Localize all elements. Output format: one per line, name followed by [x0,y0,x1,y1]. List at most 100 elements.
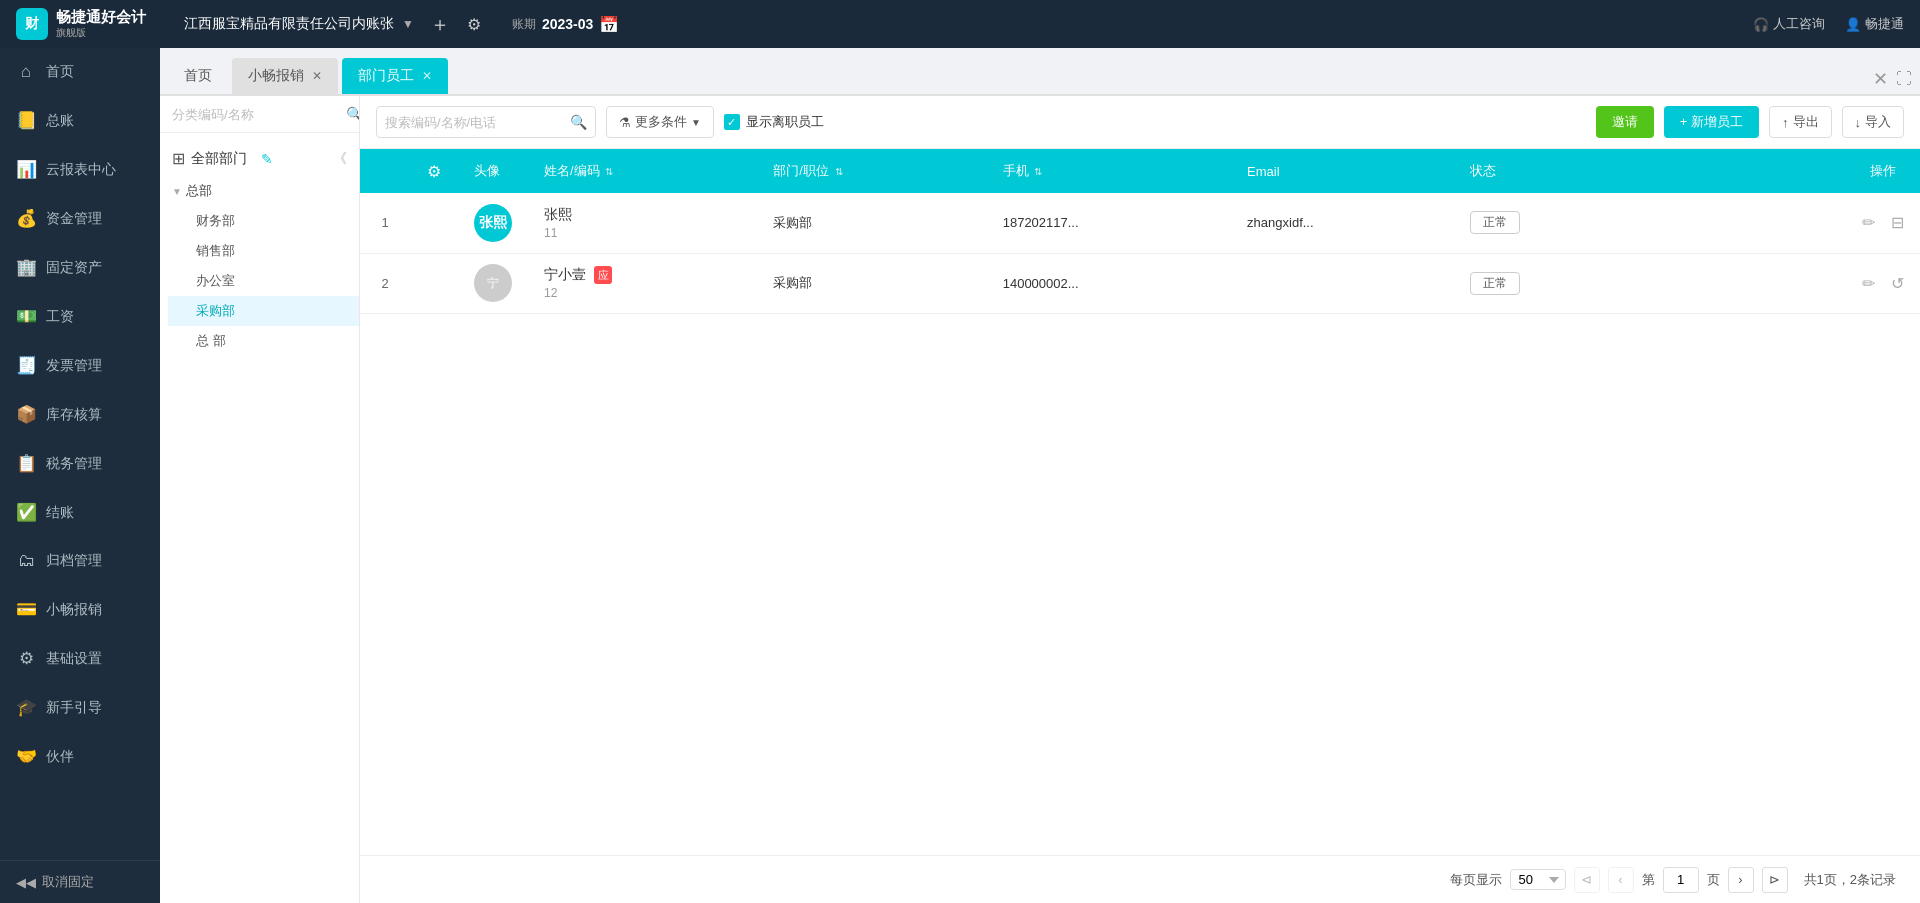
filter-button[interactable]: ⚗ 更多条件 ▼ [606,106,714,138]
tab-employee[interactable]: 部门员工 ✕ [342,58,448,94]
import-button[interactable]: ↓ 导入 [1842,106,1905,138]
prev-page-button[interactable]: ‹ [1608,867,1634,893]
user-profile[interactable]: 👤 畅捷通 [1845,15,1904,33]
emp-search-icon[interactable]: 🔍 [570,114,587,130]
sidebar-item-payroll[interactable]: 💵 工资 [0,292,160,341]
row-email-2 [1231,253,1454,313]
all-dept-item[interactable]: ⊞ 全部部门 ✎ 《 [160,141,359,176]
dept-tree: ⊞ 全部部门 ✎ 《 ▼ 总部 财务部 销 [160,133,359,903]
sidebar-item-settings[interactable]: ⚙ 基础设置 [0,634,160,683]
sidebar-item-tax[interactable]: 📋 税务管理 [0,439,160,488]
col-name-label: 姓名/编码 [544,163,600,178]
col-phone-label: 手机 [1003,163,1029,178]
add-employee-button[interactable]: + 新增员工 [1664,106,1759,138]
dept-sales-label: 销售部 [196,243,235,258]
sidebar-item-inventory[interactable]: 📦 库存核算 [0,390,160,439]
page-label: 页 [1707,871,1720,889]
next-page-button[interactable]: › [1728,867,1754,893]
grid-icon: ⊞ [172,149,185,168]
consult-button[interactable]: 🎧 人工咨询 [1753,15,1825,33]
dept-group-header[interactable]: ▼ 总部 [168,176,359,206]
logo-text-group: 畅捷通好会计 旗舰版 [56,8,146,40]
emp-badge-2: 应 [594,266,612,284]
avatar-green-1: 张熙 [474,204,512,242]
page-number-input[interactable] [1663,867,1699,893]
export-button[interactable]: ↑ 导出 [1769,106,1832,138]
page-di-label: 第 [1642,871,1655,889]
dept-edit-icon[interactable]: ✎ [261,151,273,167]
sidebar-item-reports[interactable]: 📊 云报表中心 [0,145,160,194]
company-name: 江西服宝精品有限责任公司内账张 [184,15,394,33]
sidebar-label-tax: 税务管理 [46,455,102,473]
sidebar-label-partner: 伙伴 [46,748,74,766]
emp-search-input[interactable] [385,115,570,130]
show-resigned-toggle[interactable]: ✓ 显示离职员工 [724,113,824,131]
per-page-select[interactable]: 50 10 20 100 [1510,869,1566,890]
sidebar-label-funds: 资金管理 [46,210,102,228]
col-dept-label: 部门/职位 [773,163,829,178]
col-settings-icon[interactable]: ⚙ [427,163,441,180]
col-name[interactable]: 姓名/编码 ⇅ [528,149,757,193]
logout-icon-1[interactable]: ⊟ [1891,214,1904,231]
tab-employee-close-icon[interactable]: ✕ [422,69,432,83]
sidebar-item-closing[interactable]: ✅ 结账 [0,488,160,537]
sidebar-label-assets: 固定资产 [46,259,102,277]
sidebar-label-reports: 云报表中心 [46,161,116,179]
col-phone[interactable]: 手机 ⇅ [987,149,1231,193]
sidebar-item-archive[interactable]: 🗂 归档管理 [0,537,160,585]
tab-employee-label: 部门员工 [358,67,414,85]
row-ops-2: ✏ ↺ [1726,253,1920,313]
new-tab-button[interactable]: ＋ [426,10,454,38]
unpin-button[interactable]: ◀◀ 取消固定 [0,860,160,903]
row-email-1: zhangxidf... [1231,193,1454,253]
company-selector[interactable]: 江西服宝精品有限责任公司内账张 ▼ [184,15,414,33]
calendar-icon[interactable]: 📅 [599,15,619,34]
headset-icon: 🎧 [1753,17,1769,32]
app-name: 畅捷通好会计 [56,8,146,26]
tab-close-all-icon[interactable]: ✕ [1873,68,1888,90]
dept-child-hq[interactable]: 总 部 [168,326,359,356]
sidebar-item-guide[interactable]: 🎓 新手引导 [0,683,160,732]
sidebar-label-closing: 结账 [46,504,74,522]
col-settings[interactable]: ⚙ [410,149,458,193]
edit-icon-1[interactable]: ✏ [1862,214,1875,231]
reports-icon: 📊 [16,159,36,180]
dept-search-input[interactable] [172,107,340,122]
col-status: 状态 [1454,149,1726,193]
tab-expand-icon[interactable]: ⛶ [1896,70,1912,88]
sidebar-item-partner[interactable]: 🤝 伙伴 [0,732,160,781]
dept-child-office[interactable]: 办公室 [168,266,359,296]
tab-expense-close-icon[interactable]: ✕ [312,69,322,83]
dept-collapse-icon[interactable]: 《 [333,150,347,168]
sidebar-item-ledger[interactable]: 📒 总账 [0,96,160,145]
dept-child-purchase[interactable]: 采购部 [168,296,359,326]
sidebar-item-invoice[interactable]: 🧾 发票管理 [0,341,160,390]
dept-group-label: 总部 [186,182,212,200]
refresh-icon-2[interactable]: ↺ [1891,275,1904,292]
edit-icon-2[interactable]: ✏ [1862,275,1875,292]
row-phone-1: 187202117... [987,193,1231,253]
invite-button[interactable]: 邀请 [1596,106,1654,138]
archive-icon: 🗂 [16,551,36,571]
user-name: 畅捷通 [1865,15,1904,33]
avatar-gray-2: 宁 [474,264,512,302]
filter-dropdown-icon: ▼ [691,117,701,128]
sidebar-item-expense[interactable]: 💳 小畅报销 [0,585,160,634]
invoice-icon: 🧾 [16,355,36,376]
dept-search-icon[interactable]: 🔍 [346,106,360,122]
first-page-button[interactable]: ⊲ [1574,867,1600,893]
tab-expense[interactable]: 小畅报销 ✕ [232,58,338,94]
dept-child-finance[interactable]: 财务部 [168,206,359,236]
sidebar-label-ledger: 总账 [46,112,74,130]
col-ops: 操作 [1726,149,1920,193]
tab-home[interactable]: 首页 [168,58,228,94]
expense-icon: 💳 [16,599,36,620]
dept-child-sales[interactable]: 销售部 [168,236,359,266]
settings-gear-icon[interactable]: ⚙ [460,10,488,38]
sidebar-item-home[interactable]: ⌂ 首页 [0,48,160,96]
sidebar-item-funds[interactable]: 💰 资金管理 [0,194,160,243]
sidebar-item-assets[interactable]: 🏢 固定资产 [0,243,160,292]
last-page-button[interactable]: ⊳ [1762,867,1788,893]
col-dept[interactable]: 部门/职位 ⇅ [757,149,986,193]
closing-icon: ✅ [16,502,36,523]
